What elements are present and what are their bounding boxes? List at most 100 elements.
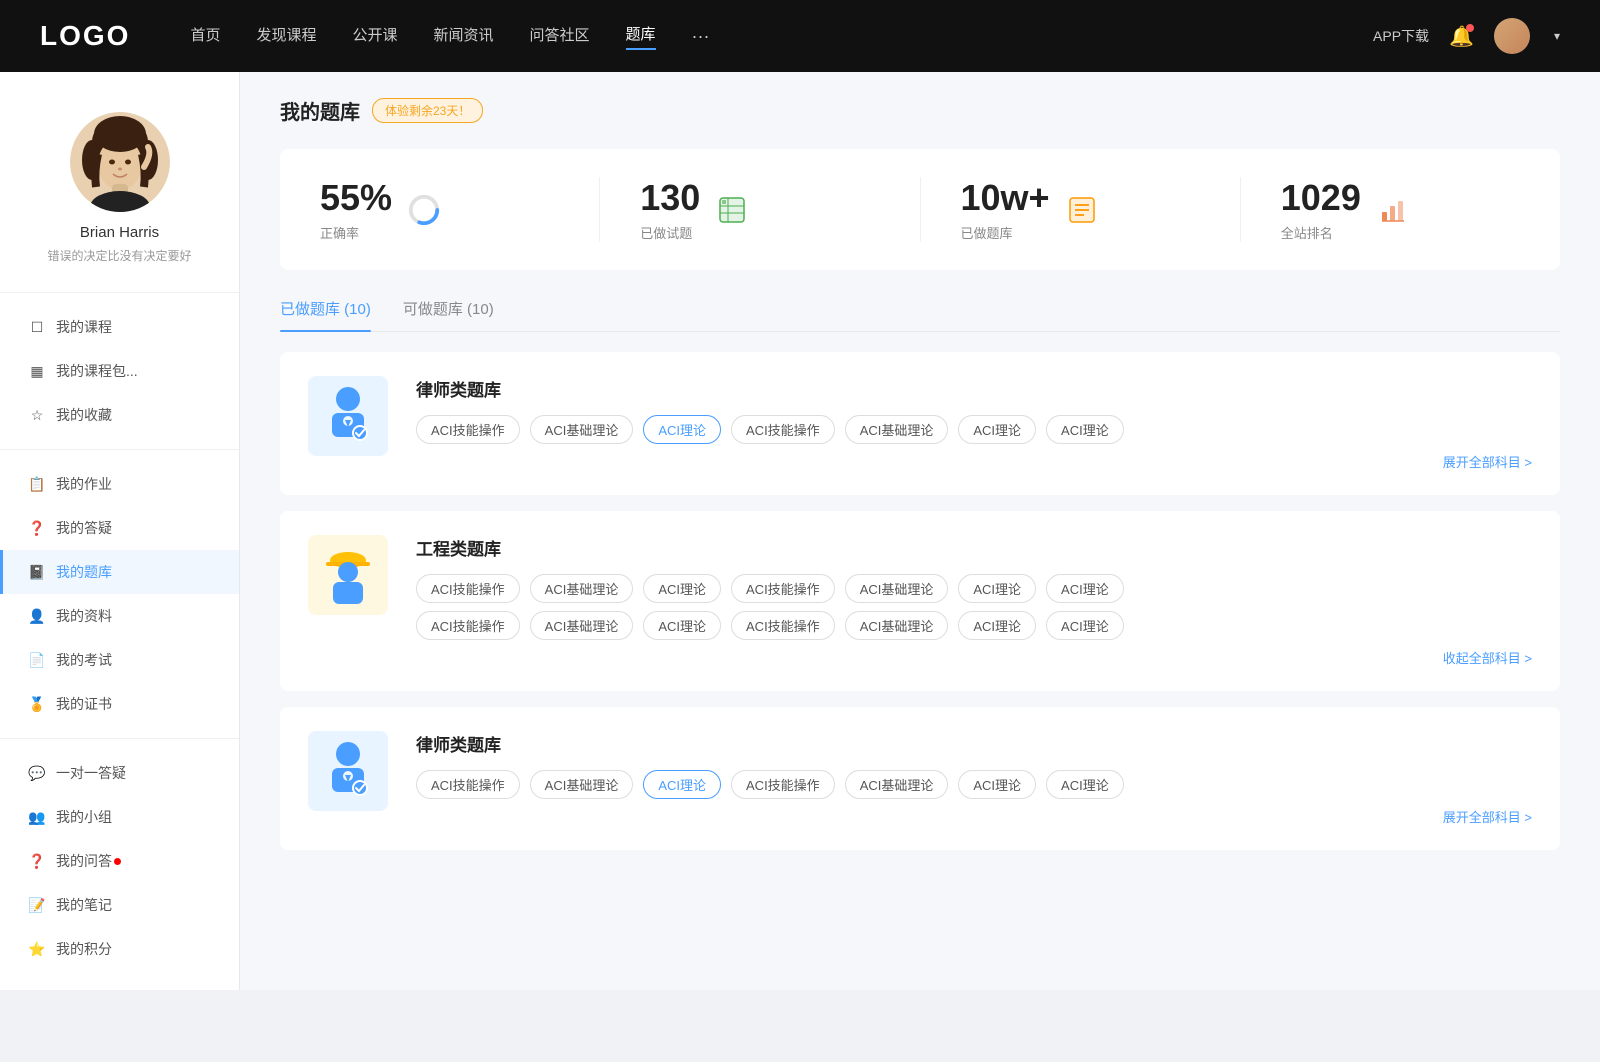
tag-lawyer1-6[interactable]: ACI理论 bbox=[958, 415, 1036, 444]
spreadsheet-icon-svg bbox=[718, 196, 746, 224]
tag-lawyer2-7[interactable]: ACI理论 bbox=[1046, 770, 1124, 799]
category-card-lawyer-1: 律师类题库 ACI技能操作 ACI基础理论 ACI理论 ACI技能操作 ACI基… bbox=[280, 352, 1560, 495]
nav-question-bank[interactable]: 题库 bbox=[626, 23, 656, 50]
category-card-engineer: 工程类题库 ACI技能操作 ACI基础理论 ACI理论 ACI技能操作 ACI基… bbox=[280, 511, 1560, 691]
expand-lawyer2-link[interactable]: 展开全部科目 > bbox=[416, 807, 1532, 826]
question-bank-icon: 📓 bbox=[28, 563, 46, 581]
course-pack-icon: ▦ bbox=[28, 362, 46, 380]
stat-accuracy-value-group: 55% 正确率 bbox=[320, 177, 392, 242]
nav-menu: 首页 发现课程 公开课 新闻资讯 问答社区 题库 ··· bbox=[190, 23, 1373, 50]
sidebar-item-qa[interactable]: ❓ 我的答疑 bbox=[0, 506, 239, 550]
tag-lawyer1-1[interactable]: ACI技能操作 bbox=[416, 415, 520, 444]
sidebar-item-label: 我的资料 bbox=[56, 606, 112, 626]
unread-dot bbox=[114, 858, 121, 865]
list-icon-svg bbox=[1068, 196, 1096, 224]
tag-lawyer2-5[interactable]: ACI基础理论 bbox=[845, 770, 949, 799]
tag-lawyer1-5[interactable]: ACI基础理论 bbox=[845, 415, 949, 444]
tag-eng-r1-4[interactable]: ACI技能操作 bbox=[731, 574, 835, 603]
tag-lawyer2-4[interactable]: ACI技能操作 bbox=[731, 770, 835, 799]
stat-rank-value-group: 1029 全站排名 bbox=[1281, 177, 1361, 242]
stat-bank-done: 10w+ 已做题库 bbox=[921, 177, 1241, 242]
notification-bell-icon[interactable]: 🔔 bbox=[1449, 24, 1474, 49]
sidebar-item-favorites[interactable]: ☆ 我的收藏 bbox=[0, 393, 239, 437]
avatar-image bbox=[70, 112, 170, 212]
sidebar-item-notes[interactable]: 📝 我的笔记 bbox=[0, 883, 239, 927]
tag-eng-r2-3[interactable]: ACI理论 bbox=[643, 611, 721, 640]
nav-open-course[interactable]: 公开课 bbox=[352, 24, 397, 49]
app-download-button[interactable]: APP下载 bbox=[1373, 26, 1429, 46]
tag-lawyer1-2[interactable]: ACI基础理论 bbox=[530, 415, 634, 444]
tag-eng-r2-1[interactable]: ACI技能操作 bbox=[416, 611, 520, 640]
divider-3 bbox=[0, 738, 239, 739]
tag-eng-r1-7[interactable]: ACI理论 bbox=[1046, 574, 1124, 603]
sidebar-item-certificates[interactable]: 🏅 我的证书 bbox=[0, 682, 239, 726]
tab-done[interactable]: 已做题库 (10) bbox=[280, 298, 371, 331]
expand-lawyer1-link[interactable]: 展开全部科目 > bbox=[416, 452, 1532, 471]
tag-lawyer1-4[interactable]: ACI技能操作 bbox=[731, 415, 835, 444]
stat-rank-value: 1029 bbox=[1281, 177, 1361, 219]
nav-news[interactable]: 新闻资讯 bbox=[434, 24, 494, 49]
sidebar-item-label: 我的积分 bbox=[56, 939, 112, 959]
sidebar-item-label: 我的问答 bbox=[56, 851, 112, 871]
sidebar-item-label: 我的课程 bbox=[56, 317, 112, 337]
sidebar-menu: ☐ 我的课程 ▦ 我的课程包... ☆ 我的收藏 📋 我的作业 ❓ 我的答疑 📓 bbox=[0, 305, 239, 971]
nav-more[interactable]: ··· bbox=[692, 26, 710, 47]
tag-lawyer2-2[interactable]: ACI基础理论 bbox=[530, 770, 634, 799]
sidebar-item-one-on-one[interactable]: 💬 一对一答疑 bbox=[0, 751, 239, 795]
certificates-icon: 🏅 bbox=[28, 695, 46, 713]
tag-eng-r1-3[interactable]: ACI理论 bbox=[643, 574, 721, 603]
tag-eng-r2-6[interactable]: ACI理论 bbox=[958, 611, 1036, 640]
sidebar-item-homework[interactable]: 📋 我的作业 bbox=[0, 462, 239, 506]
sidebar-item-my-course[interactable]: ☐ 我的课程 bbox=[0, 305, 239, 349]
lawyer-icon-wrap bbox=[308, 376, 388, 456]
sidebar: Brian Harris 错误的决定比没有决定要好 ☐ 我的课程 ▦ 我的课程包… bbox=[0, 72, 240, 990]
sidebar-item-label: 一对一答疑 bbox=[56, 763, 126, 783]
stat-bank-done-value: 10w+ bbox=[961, 177, 1050, 219]
collapse-engineer-link[interactable]: 收起全部科目 > bbox=[416, 648, 1532, 667]
homework-icon: 📋 bbox=[28, 475, 46, 493]
tag-lawyer1-7[interactable]: ACI理论 bbox=[1046, 415, 1124, 444]
tag-lawyer2-3[interactable]: ACI理论 bbox=[643, 770, 721, 799]
tab-available[interactable]: 可做题库 (10) bbox=[403, 298, 494, 331]
avatar-container bbox=[70, 112, 170, 212]
stat-accuracy: 55% 正确率 bbox=[320, 177, 600, 242]
tag-lawyer2-6[interactable]: ACI理论 bbox=[958, 770, 1036, 799]
stat-accuracy-icon bbox=[406, 192, 442, 228]
sidebar-item-label: 我的答疑 bbox=[56, 518, 112, 538]
tag-lawyer1-3[interactable]: ACI理论 bbox=[643, 415, 721, 444]
trial-badge: 体验剩余23天！ bbox=[372, 98, 483, 123]
user-avatar-nav[interactable] bbox=[1494, 18, 1530, 54]
tag-eng-r1-5[interactable]: ACI基础理论 bbox=[845, 574, 949, 603]
tag-eng-r2-2[interactable]: ACI基础理论 bbox=[530, 611, 634, 640]
tag-eng-r1-1[interactable]: ACI技能操作 bbox=[416, 574, 520, 603]
tag-eng-r2-5[interactable]: ACI基础理论 bbox=[845, 611, 949, 640]
category-engineer-name: 工程类题库 bbox=[416, 535, 1532, 560]
tag-eng-r2-7[interactable]: ACI理论 bbox=[1046, 611, 1124, 640]
stat-accuracy-value: 55% bbox=[320, 177, 392, 219]
lawyer2-icon-wrap bbox=[308, 731, 388, 811]
notes-icon: 📝 bbox=[28, 896, 46, 914]
sidebar-item-my-data[interactable]: 👤 我的资料 bbox=[0, 594, 239, 638]
sidebar-item-course-pack[interactable]: ▦ 我的课程包... bbox=[0, 349, 239, 393]
user-menu-chevron[interactable]: ▾ bbox=[1554, 29, 1560, 43]
my-qa-icon: ❓ bbox=[28, 852, 46, 870]
tag-eng-r1-6[interactable]: ACI理论 bbox=[958, 574, 1036, 603]
nav-home[interactable]: 首页 bbox=[190, 24, 220, 49]
sidebar-item-groups[interactable]: 👥 我的小组 bbox=[0, 795, 239, 839]
one-on-one-icon: 💬 bbox=[28, 764, 46, 782]
category-engineer-tags-row1: ACI技能操作 ACI基础理论 ACI理论 ACI技能操作 ACI基础理论 AC… bbox=[416, 574, 1532, 603]
category-1-name: 律师类题库 bbox=[416, 376, 1532, 401]
page-title: 我的题库 bbox=[280, 96, 360, 125]
sidebar-item-my-qa[interactable]: ❓ 我的问答 bbox=[0, 839, 239, 883]
tag-eng-r2-4[interactable]: ACI技能操作 bbox=[731, 611, 835, 640]
tag-lawyer2-1[interactable]: ACI技能操作 bbox=[416, 770, 520, 799]
sidebar-item-exams[interactable]: 📄 我的考试 bbox=[0, 638, 239, 682]
tag-eng-r1-2[interactable]: ACI基础理论 bbox=[530, 574, 634, 603]
stat-bank-done-label: 已做题库 bbox=[961, 223, 1050, 242]
nav-qa[interactable]: 问答社区 bbox=[530, 24, 590, 49]
lawyer-person-icon bbox=[322, 385, 374, 447]
sidebar-item-question-bank[interactable]: 📓 我的题库 bbox=[0, 550, 239, 594]
sidebar-item-points[interactable]: ⭐ 我的积分 bbox=[0, 927, 239, 971]
nav-discover[interactable]: 发现课程 bbox=[256, 24, 316, 49]
category-3-content: 律师类题库 ACI技能操作 ACI基础理论 ACI理论 ACI技能操作 ACI基… bbox=[416, 731, 1532, 826]
